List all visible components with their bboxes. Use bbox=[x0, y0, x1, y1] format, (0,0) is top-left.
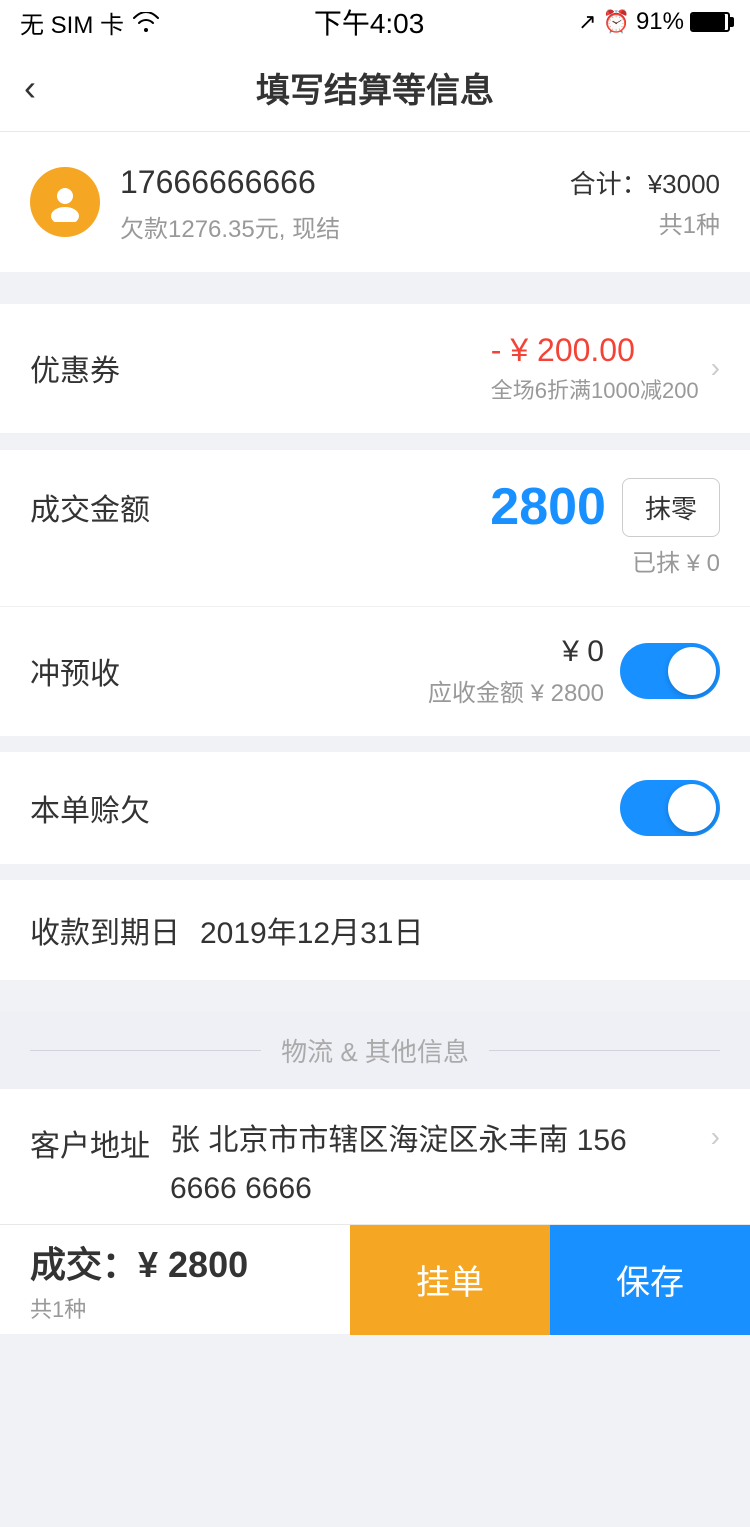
bottom-deal-label: 成交： bbox=[30, 1244, 138, 1285]
deal-label: 成交金额 bbox=[30, 485, 150, 529]
divider-4 bbox=[0, 996, 750, 1012]
deal-row: 成交金额 2800 抹零 bbox=[30, 478, 720, 537]
address-section[interactable]: 客户地址 张 北京市市辖区海淀区永丰南 156 6666 6666 › bbox=[0, 1089, 750, 1241]
address-value: 张 北京市市辖区海淀区永丰南 156 6666 6666 bbox=[170, 1117, 691, 1213]
address-chevron: › bbox=[711, 1117, 720, 1153]
debt-toggle-knob bbox=[668, 784, 716, 832]
prepay-section: 冲预收 ¥ 0 应收金额 ¥ 2800 bbox=[0, 606, 750, 736]
prepay-label: 冲预收 bbox=[30, 649, 120, 693]
avatar bbox=[30, 167, 100, 237]
battery-text: 91% bbox=[636, 8, 684, 36]
divider-3 bbox=[0, 736, 750, 752]
prepay-sub: 应收金额 ¥ 2800 bbox=[428, 673, 604, 708]
coupon-amount: - ¥ 200.00 bbox=[491, 332, 699, 369]
page-title: 填写结算等信息 bbox=[256, 63, 494, 112]
status-bar-time: 下午4:03 bbox=[314, 2, 425, 42]
duedate-section: 收款到期日 2019年12月31日 bbox=[0, 880, 750, 980]
prepay-toggle[interactable] bbox=[620, 643, 720, 699]
coupon-row[interactable]: 优惠券 - ¥ 200.00 全场6折满1000减200 › bbox=[0, 304, 750, 434]
divider-1 bbox=[0, 288, 750, 304]
debt-toggle[interactable] bbox=[620, 780, 720, 836]
save-button[interactable]: 保存 bbox=[550, 1225, 750, 1335]
logistics-line-right bbox=[489, 1050, 720, 1051]
bottom-bar: 成交：¥ 2800 共1种 挂单 保存 bbox=[0, 1224, 750, 1334]
round-button[interactable]: 抹零 bbox=[622, 478, 720, 537]
status-bar-right: ↗ ⏰ 91% bbox=[578, 8, 730, 36]
bottom-deal-amount: ¥ 2800 bbox=[138, 1244, 248, 1285]
coupon-right: - ¥ 200.00 全场6折满1000减200 › bbox=[491, 332, 720, 405]
nav-bar: ‹ 填写结算等信息 bbox=[0, 44, 750, 132]
alarm-icon: ⏰ bbox=[603, 9, 630, 35]
bottom-count: 共1种 bbox=[30, 1292, 320, 1324]
deal-section: 成交金额 2800 抹零 已抹 ¥ 0 bbox=[0, 450, 750, 606]
prepay-amount: ¥ 0 bbox=[428, 635, 604, 669]
logistics-line-left bbox=[30, 1050, 261, 1051]
status-bar-left: 无 SIM 卡 bbox=[20, 5, 160, 40]
prepay-values: ¥ 0 应收金额 ¥ 2800 bbox=[428, 635, 604, 708]
debt-label: 本单赊欠 bbox=[30, 786, 150, 830]
carrier-text: 无 SIM 卡 bbox=[20, 5, 124, 40]
location-icon: ↗ bbox=[578, 9, 596, 35]
status-bar: 无 SIM 卡 下午4:03 ↗ ⏰ 91% bbox=[0, 0, 750, 44]
address-label: 客户地址 bbox=[30, 1117, 150, 1165]
coupon-label: 优惠券 bbox=[30, 346, 120, 390]
toggle-knob bbox=[668, 647, 716, 695]
duedate-label: 收款到期日 bbox=[30, 908, 180, 952]
divider-2 bbox=[0, 434, 750, 450]
deal-amount: 2800 bbox=[490, 481, 606, 533]
bottom-summary: 成交：¥ 2800 共1种 bbox=[0, 1236, 350, 1324]
deal-sub: 已抹 ¥ 0 bbox=[30, 543, 720, 578]
customer-left: 17666666666 欠款1276.35元, 现结 bbox=[30, 160, 340, 244]
coupon-values: - ¥ 200.00 全场6折满1000减200 bbox=[491, 332, 699, 405]
coupon-chevron: › bbox=[711, 352, 720, 384]
user-icon bbox=[45, 182, 85, 222]
battery-icon bbox=[690, 12, 730, 32]
customer-total: 合计：¥3000 共1种 bbox=[570, 164, 720, 240]
prepay-right: ¥ 0 应收金额 ¥ 2800 bbox=[428, 635, 720, 708]
bottom-deal: 成交：¥ 2800 bbox=[30, 1236, 320, 1288]
deal-right: 2800 抹零 bbox=[490, 478, 720, 537]
coupon-sub: 全场6折满1000减200 bbox=[491, 373, 699, 405]
logistics-divider: 物流 & 其他信息 bbox=[0, 1012, 750, 1089]
logistics-text: 物流 & 其他信息 bbox=[281, 1032, 469, 1069]
customer-sub: 欠款1276.35元, 现结 bbox=[120, 209, 340, 244]
debt-section: 本单赊欠 bbox=[0, 752, 750, 864]
customer-phone: 17666666666 bbox=[120, 160, 340, 205]
duedate-value: 2019年12月31日 bbox=[200, 908, 423, 952]
total-count: 共1种 bbox=[570, 205, 720, 240]
customer-card: 17666666666 欠款1276.35元, 现结 合计：¥3000 共1种 bbox=[0, 132, 750, 272]
customer-info: 17666666666 欠款1276.35元, 现结 bbox=[120, 160, 340, 244]
wifi-icon bbox=[132, 12, 160, 32]
total-label: 合计：¥3000 bbox=[570, 164, 720, 201]
back-button[interactable]: ‹ bbox=[24, 67, 36, 109]
pending-button[interactable]: 挂单 bbox=[350, 1225, 550, 1335]
